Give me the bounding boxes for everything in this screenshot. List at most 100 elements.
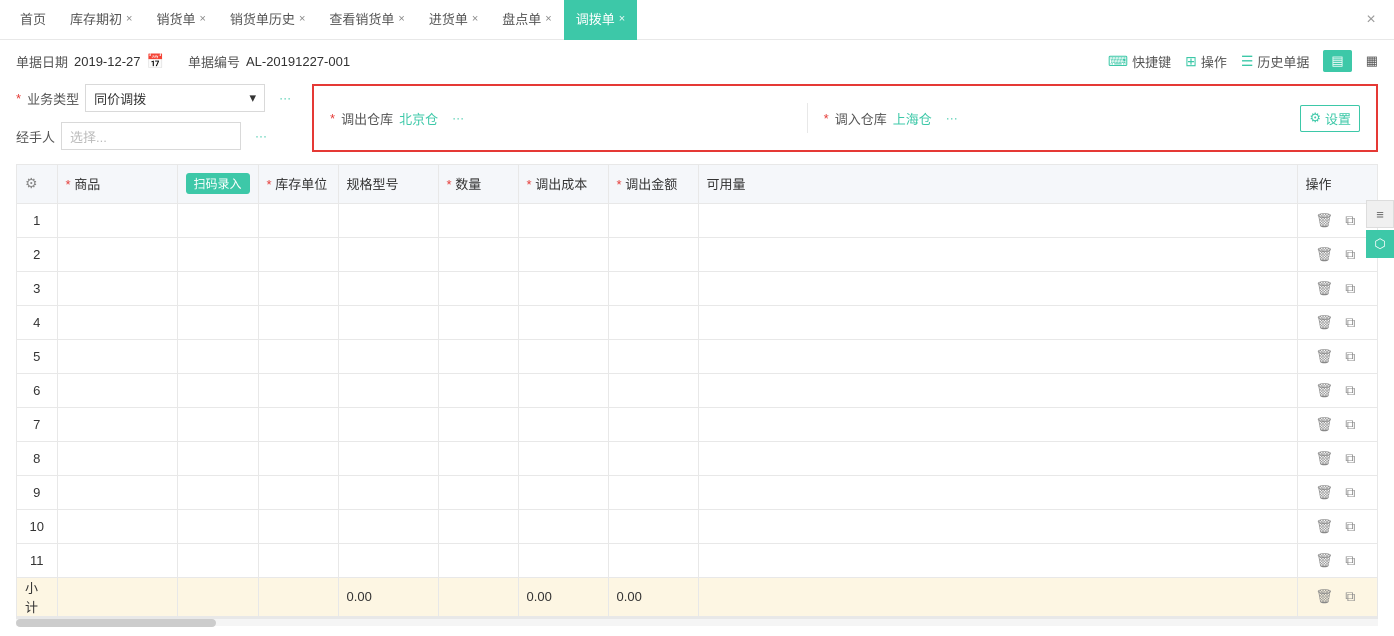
- tab-sales-history[interactable]: 销货单历史 ×: [218, 0, 317, 40]
- copy-icon[interactable]: ⧉: [1340, 346, 1360, 366]
- row-product[interactable]: [57, 271, 177, 305]
- row-product[interactable]: [57, 203, 177, 237]
- row-cost[interactable]: [518, 339, 608, 373]
- row-cost[interactable]: [518, 237, 608, 271]
- tab-sales-order[interactable]: 销货单 ×: [144, 0, 217, 40]
- row-unit[interactable]: [258, 237, 338, 271]
- row-spec[interactable]: [338, 203, 438, 237]
- row-product[interactable]: [57, 339, 177, 373]
- layout2-button[interactable]: ▦: [1366, 53, 1378, 69]
- copy-icon[interactable]: ⧉: [1340, 278, 1360, 298]
- delete-icon[interactable]: 🗑: [1314, 550, 1334, 570]
- subtotal-delete-icon[interactable]: 🗑: [1314, 587, 1334, 607]
- tab-purchase-order[interactable]: 进货单 ×: [417, 0, 490, 40]
- row-amount[interactable]: [608, 237, 698, 271]
- row-unit[interactable]: [258, 305, 338, 339]
- float-list-button[interactable]: ≡: [1366, 200, 1394, 228]
- copy-icon[interactable]: ⧉: [1340, 312, 1360, 332]
- row-cost[interactable]: [518, 509, 608, 543]
- row-cost[interactable]: [518, 305, 608, 339]
- row-spec[interactable]: [338, 543, 438, 577]
- row-product[interactable]: [57, 407, 177, 441]
- row-unit[interactable]: [258, 339, 338, 373]
- tab-inventory-init[interactable]: 库存期初 ×: [58, 0, 144, 40]
- calendar-icon[interactable]: 📅: [147, 53, 164, 70]
- tab-transfer-order[interactable]: 调拨单 ×: [564, 0, 637, 40]
- row-spec[interactable]: [338, 271, 438, 305]
- history-button[interactable]: ☰ 历史单据: [1241, 52, 1310, 71]
- row-unit[interactable]: [258, 509, 338, 543]
- row-amount[interactable]: [608, 271, 698, 305]
- row-qty[interactable]: [438, 475, 518, 509]
- close-icon[interactable]: ×: [472, 13, 478, 25]
- copy-icon[interactable]: ⧉: [1340, 516, 1360, 536]
- row-spec[interactable]: [338, 373, 438, 407]
- row-qty[interactable]: [438, 271, 518, 305]
- row-cost[interactable]: [518, 373, 608, 407]
- close-icon[interactable]: ×: [398, 13, 404, 25]
- row-qty[interactable]: [438, 543, 518, 577]
- row-product[interactable]: [57, 543, 177, 577]
- more-icon[interactable]: ···: [279, 91, 291, 105]
- row-amount[interactable]: [608, 373, 698, 407]
- row-qty[interactable]: [438, 407, 518, 441]
- row-amount[interactable]: [608, 475, 698, 509]
- handler-select[interactable]: 选择...: [61, 122, 241, 150]
- row-qty[interactable]: [438, 237, 518, 271]
- operation-button[interactable]: ⊞ 操作: [1185, 52, 1227, 71]
- row-cost[interactable]: [518, 475, 608, 509]
- source-more-icon[interactable]: ···: [452, 111, 464, 125]
- row-product[interactable]: [57, 373, 177, 407]
- row-qty[interactable]: [438, 203, 518, 237]
- delete-icon[interactable]: 🗑: [1314, 210, 1334, 230]
- delete-icon[interactable]: 🗑: [1314, 448, 1334, 468]
- row-amount[interactable]: [608, 543, 698, 577]
- tab-view-sales[interactable]: 查看销货单 ×: [317, 0, 416, 40]
- delete-icon[interactable]: 🗑: [1314, 482, 1334, 502]
- row-qty[interactable]: [438, 339, 518, 373]
- copy-icon[interactable]: ⧉: [1340, 210, 1360, 230]
- subtotal-copy-icon[interactable]: ⧉: [1340, 587, 1360, 607]
- row-unit[interactable]: [258, 203, 338, 237]
- settings-button[interactable]: ⚙ 设置: [1300, 105, 1360, 132]
- target-more-icon[interactable]: ···: [946, 111, 958, 125]
- row-product[interactable]: [57, 305, 177, 339]
- scroll-area[interactable]: [16, 618, 1378, 626]
- row-product[interactable]: [57, 475, 177, 509]
- row-unit[interactable]: [258, 543, 338, 577]
- shortcut-button[interactable]: ⌨ 快捷键: [1108, 52, 1171, 71]
- row-spec[interactable]: [338, 509, 438, 543]
- row-product[interactable]: [57, 441, 177, 475]
- row-cost[interactable]: [518, 407, 608, 441]
- row-cost[interactable]: [518, 203, 608, 237]
- row-amount[interactable]: [608, 339, 698, 373]
- row-amount[interactable]: [608, 305, 698, 339]
- copy-icon[interactable]: ⧉: [1340, 482, 1360, 502]
- copy-icon[interactable]: ⧉: [1340, 414, 1360, 434]
- delete-icon[interactable]: 🗑: [1314, 244, 1334, 264]
- business-type-select[interactable]: 同价调拨 ▾: [85, 84, 265, 112]
- row-cost[interactable]: [518, 271, 608, 305]
- row-spec[interactable]: [338, 475, 438, 509]
- copy-icon[interactable]: ⧉: [1340, 448, 1360, 468]
- copy-icon[interactable]: ⧉: [1340, 380, 1360, 400]
- row-spec[interactable]: [338, 237, 438, 271]
- row-unit[interactable]: [258, 373, 338, 407]
- row-cost[interactable]: [518, 543, 608, 577]
- row-unit[interactable]: [258, 441, 338, 475]
- row-amount[interactable]: [608, 509, 698, 543]
- row-amount[interactable]: [608, 441, 698, 475]
- close-icon[interactable]: ×: [126, 13, 132, 25]
- close-icon[interactable]: ×: [199, 13, 205, 25]
- copy-icon[interactable]: ⧉: [1340, 550, 1360, 570]
- close-icon[interactable]: ×: [545, 13, 551, 25]
- delete-icon[interactable]: 🗑: [1314, 346, 1334, 366]
- row-amount[interactable]: [608, 203, 698, 237]
- row-unit[interactable]: [258, 407, 338, 441]
- float-external-button[interactable]: ⬡: [1366, 230, 1394, 258]
- layout1-button[interactable]: ▤: [1323, 50, 1351, 72]
- row-unit[interactable]: [258, 271, 338, 305]
- delete-icon[interactable]: 🗑: [1314, 414, 1334, 434]
- tab-inventory-check[interactable]: 盘点单 ×: [490, 0, 563, 40]
- delete-icon[interactable]: 🗑: [1314, 516, 1334, 536]
